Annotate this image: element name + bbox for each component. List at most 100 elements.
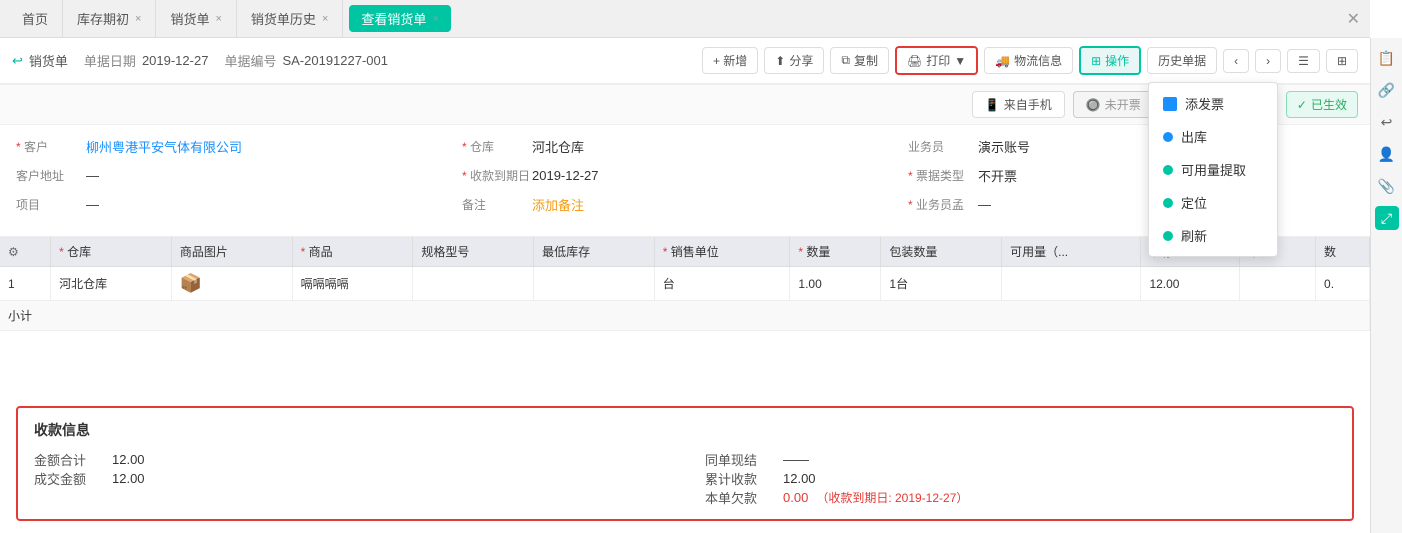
- owed-value: 0.00: [783, 490, 808, 505]
- copy-button[interactable]: ⧉ 复制: [830, 47, 889, 74]
- staff-label: 业务员: [908, 138, 978, 155]
- customer-value[interactable]: 柳州粤港平安气体有限公司: [86, 137, 242, 156]
- col-warehouse: * 仓库: [51, 237, 172, 267]
- view-grid-button[interactable]: ⊞: [1326, 49, 1358, 73]
- gear-icon[interactable]: ⚙: [8, 245, 19, 259]
- check-circle-green-icon: ✓: [1297, 98, 1307, 112]
- col-qty: * 数量: [790, 237, 881, 267]
- outbound-icon: [1163, 132, 1173, 142]
- view-list-button[interactable]: ☰: [1287, 49, 1320, 73]
- window-close-button[interactable]: ✕: [1347, 9, 1360, 29]
- new-button[interactable]: + 新增: [702, 47, 758, 74]
- not-open-button[interactable]: 🔘 未开票: [1073, 91, 1154, 118]
- address-field: 客户地址 —: [16, 167, 462, 184]
- transaction-row: 成交金额 12.00: [34, 469, 665, 488]
- col-image: 商品图片: [171, 237, 292, 267]
- customer-field: 客户 柳州粤港平安气体有限公司: [16, 137, 462, 156]
- tab-inventory[interactable]: 库存期初 ×: [63, 0, 156, 37]
- sidebar-attach-icon[interactable]: 📎: [1375, 174, 1399, 198]
- copy-icon: ⧉: [841, 53, 850, 68]
- due-date-field: 收款到期日 2019-12-27: [462, 167, 908, 184]
- effective-button[interactable]: ✓ 已生效: [1286, 91, 1358, 118]
- refresh-icon: [1163, 231, 1173, 241]
- project-label: 项目: [16, 196, 86, 213]
- total-label: 金额合计: [34, 450, 104, 469]
- print-dropdown-icon: ▼: [954, 54, 966, 68]
- subtotal-label: 小计: [0, 301, 1370, 331]
- tab-view-sales-close[interactable]: ×: [432, 13, 438, 25]
- transaction-value: 12.00: [112, 471, 145, 486]
- payment-grid: 金额合计 12.00 成交金额 12.00 同单现结 ——: [34, 450, 1336, 507]
- customer-label: 客户: [16, 138, 86, 155]
- dropdown-refresh[interactable]: 刷新: [1149, 219, 1277, 252]
- owed-row: 本单欠款 0.00 （收款到期日: 2019-12-27）: [705, 488, 1336, 507]
- tab-sales-history-close[interactable]: ×: [322, 13, 328, 25]
- note-label: 备注: [462, 196, 532, 213]
- col-available: 可用量（...: [1002, 237, 1141, 267]
- ticket-field: 票据类型 不开票: [908, 166, 1354, 185]
- cumulative-row: 累计收款 12.00: [705, 469, 1336, 488]
- tab-inventory-close[interactable]: ×: [135, 13, 141, 25]
- nav-prev-button[interactable]: ‹: [1223, 49, 1249, 73]
- date-value: 2019-12-27: [142, 53, 209, 68]
- payment-col-left: 金额合计 12.00 成交金额 12.00: [34, 450, 665, 507]
- nav-next-button[interactable]: ›: [1255, 49, 1281, 73]
- sidebar-print-icon[interactable]: 📋: [1375, 46, 1399, 70]
- col-gear[interactable]: ⚙: [0, 237, 51, 267]
- owed-note: （收款到期日: 2019-12-27）: [816, 489, 968, 506]
- phone-icon: 📱: [985, 98, 1000, 112]
- history-button[interactable]: 历史单据: [1147, 47, 1217, 74]
- staff2-label: 业务员孟: [908, 196, 978, 213]
- dropdown-available-qty[interactable]: 可用量提取: [1149, 153, 1277, 186]
- doc-title: ↩ 销货单: [12, 51, 68, 70]
- staff-field: 业务员 演示账号: [908, 137, 1354, 156]
- dropdown-outbound[interactable]: 出库: [1149, 120, 1277, 153]
- dropdown-add-invoice[interactable]: 添发票: [1149, 87, 1277, 120]
- row-current: 12.00: [1141, 267, 1239, 301]
- dropdown-locate[interactable]: 定位: [1149, 186, 1277, 219]
- table-row: 1 河北仓库 📦 嗝嗝嗝嗝 台 1.00 1台 12.00: [0, 267, 1370, 301]
- from-phone-button[interactable]: 📱 来自手机: [972, 91, 1065, 118]
- project-field: 项目 —: [16, 196, 462, 213]
- row-price: [1239, 267, 1315, 301]
- operation-button[interactable]: ⊞ 操作: [1079, 46, 1141, 75]
- sidebar-back-icon[interactable]: ↩: [1375, 110, 1399, 134]
- warehouse-field: 仓库 河北仓库: [462, 137, 908, 156]
- staff2-value: —: [978, 197, 991, 212]
- row-available: [1002, 267, 1141, 301]
- col-unit: * 销售单位: [654, 237, 790, 267]
- add-invoice-icon: [1163, 97, 1177, 111]
- same-order-row: 同单现结 ——: [705, 450, 1336, 469]
- main-area: ↩ 销货单 单据日期 2019-12-27 单据编号 SA-20191227-0…: [0, 38, 1370, 533]
- payment-title: 收款信息: [34, 420, 1336, 440]
- doc-header: ↩ 销货单 单据日期 2019-12-27 单据编号 SA-20191227-0…: [0, 38, 1370, 84]
- tab-view-sales[interactable]: 查看销货单 ×: [349, 5, 450, 32]
- tab-home[interactable]: 首页: [8, 0, 63, 37]
- doc-title-icon: ↩: [12, 53, 23, 69]
- row-pkg: 1台: [881, 267, 1002, 301]
- logistics-button[interactable]: 🚚 物流信息: [984, 47, 1073, 74]
- row-qty: 1.00: [790, 267, 881, 301]
- print-button[interactable]: 🖨 打印 ▼: [895, 46, 978, 75]
- sidebar-expand-icon[interactable]: ⤢: [1375, 206, 1399, 230]
- share-button[interactable]: ⬆ 分享: [764, 47, 824, 74]
- row-num: 1: [0, 267, 51, 301]
- tab-sales-history[interactable]: 销货单历史 ×: [237, 0, 343, 37]
- doc-header-left: ↩ 销货单 单据日期 2019-12-27 单据编号 SA-20191227-0…: [12, 51, 388, 70]
- payment-col-right: 同单现结 —— 累计收款 12.00 本单欠款 0.00 （收款到期日: 201…: [705, 450, 1336, 507]
- sidebar-link-icon[interactable]: 🔗: [1375, 78, 1399, 102]
- date-label: 单据日期: [84, 51, 136, 70]
- same-order-label: 同单现结: [705, 450, 775, 469]
- tab-sales-close[interactable]: ×: [215, 13, 221, 25]
- tab-sales[interactable]: 销货单 ×: [156, 0, 236, 37]
- ticket-icon: 🔘: [1086, 98, 1101, 112]
- doc-title-text: 销货单: [29, 51, 68, 70]
- row-min-stock: [534, 267, 655, 301]
- toolbar: + 新增 ⬆ 分享 ⧉ 复制 🖨 打印 ▼: [702, 46, 1358, 75]
- sidebar-user-icon[interactable]: 👤: [1375, 142, 1399, 166]
- note-add-button[interactable]: 添加备注: [532, 195, 584, 214]
- col-other: 数: [1316, 237, 1370, 267]
- total-row: 金额合计 12.00: [34, 450, 665, 469]
- total-value: 12.00: [112, 452, 145, 467]
- row-spec: [413, 267, 534, 301]
